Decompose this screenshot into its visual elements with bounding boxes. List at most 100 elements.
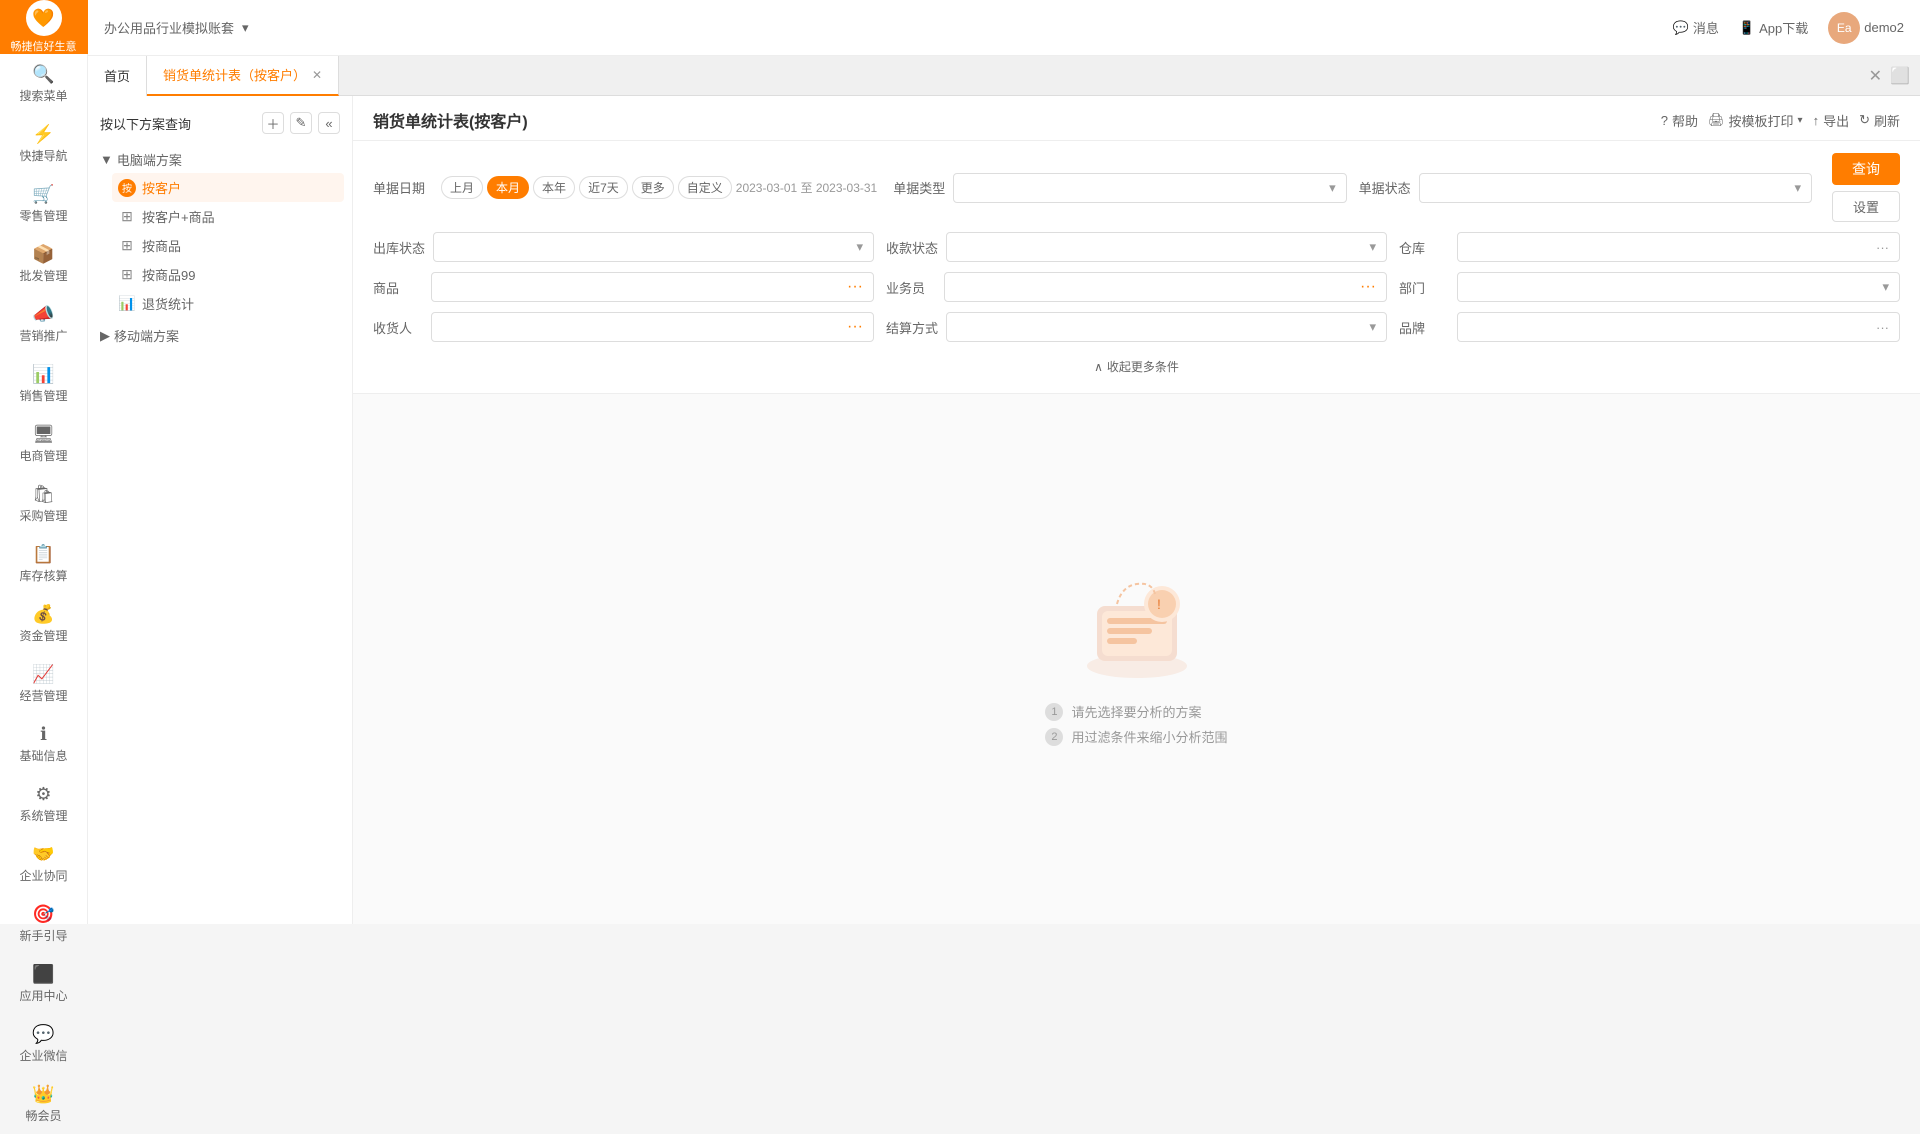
sidebar-item-wholesale[interactable]: 📦 批发管理 (0, 234, 87, 294)
collapse-bar[interactable]: ∧ 收起更多条件 (373, 352, 1900, 381)
date-btn-more[interactable]: 更多 (632, 176, 674, 199)
print-btn[interactable]: 🖨 按模板打印 ▾ (1708, 111, 1803, 130)
quicknav-icon: ⚡ (32, 124, 54, 145)
edit-scheme-btn[interactable]: ✎ (290, 112, 312, 134)
goods-dots[interactable]: ··· (847, 278, 863, 296)
help-icon: ? (1661, 113, 1668, 128)
date-btn-thisyear[interactable]: 本年 (533, 176, 575, 199)
main-area: 办公用品行业模拟账套 ▾ 💬 消息 📱 App下载 Ea demo2 首页 销货… (88, 0, 1920, 924)
filter-cell-staff: 业务员 ··· (886, 272, 1387, 302)
sidebar-item-inventory[interactable]: 📋 库存核算 (0, 534, 87, 594)
sidebar-item-member[interactable]: 👑 畅会员 (0, 1074, 87, 1134)
sidebar-item-operation[interactable]: 📈 经营管理 (0, 654, 87, 714)
receiver-label: 收货人 (373, 318, 423, 337)
tree-group-desktop-header[interactable]: ▼ 电脑端方案 (96, 146, 344, 173)
member-icon: 👑 (32, 1084, 54, 1105)
user-profile[interactable]: Ea demo2 (1828, 12, 1904, 44)
sidebar-item-system[interactable]: ⚙ 系统管理 (0, 774, 87, 834)
receipt-select[interactable]: ▾ (946, 232, 1387, 262)
sidebar-item-marketing[interactable]: 📣 营销推广 (0, 294, 87, 354)
sidebar-item-appcenter[interactable]: ⬛ 应用中心 (0, 954, 87, 1014)
help-btn[interactable]: ? 帮助 (1661, 111, 1698, 130)
staff-input[interactable]: ··· (944, 272, 1387, 302)
setting-button[interactable]: 设置 (1832, 191, 1900, 222)
basicinfo-icon: ℹ (40, 724, 47, 745)
refresh-btn[interactable]: ↻ 刷新 (1859, 111, 1900, 130)
dept-select[interactable]: ▾ (1457, 272, 1900, 302)
date-btn-lastmonth[interactable]: 上月 (441, 176, 483, 199)
add-scheme-btn[interactable]: ＋ (262, 112, 284, 134)
tree-group-mobile-header[interactable]: ▶ 移动端方案 (96, 322, 344, 349)
type-select[interactable]: ▾ (953, 173, 1346, 203)
breadcrumb-dropdown[interactable]: ▾ (242, 20, 249, 36)
sidebar-item-quicknav[interactable]: ⚡ 快捷导航 (0, 114, 87, 174)
sidebar-item-sales[interactable]: 📊 销售管理 (0, 354, 87, 414)
tab-close-icon[interactable]: ✕ (312, 68, 322, 82)
outstatus-select[interactable]: ▾ (433, 232, 874, 262)
tree-item-customer-goods[interactable]: ⊞ 按客户+商品 (112, 202, 344, 231)
print-arrow: ▾ (1798, 115, 1803, 126)
sidebar-item-basicinfo[interactable]: ℹ 基础信息 (0, 714, 87, 774)
date-buttons: 上月 本月 本年 近7天 更多 自定义 2023-03-01 至 2023-03… (441, 176, 877, 199)
filter-row-3: 商品 ··· 业务员 ··· 部门 (373, 272, 1900, 302)
tab-sales-stats[interactable]: 销货单统计表（按客户） ✕ (147, 56, 339, 96)
tab-home[interactable]: 首页 (88, 56, 147, 96)
tree-item-goods99[interactable]: ⊞ 按商品99 (112, 260, 344, 289)
receiver-input[interactable]: ··· (431, 312, 874, 342)
window-maximize-icon[interactable]: ⬜ (1890, 66, 1910, 86)
status-select[interactable]: ▾ (1419, 173, 1812, 203)
tree-item-customer[interactable]: 按 按客户 (112, 173, 344, 202)
filter-row-2: 出库状态 ▾ 收款状态 ▾ 仓库 (373, 232, 1900, 262)
date-label: 单据日期 (373, 178, 425, 197)
print-icon: 🖨 (1708, 112, 1725, 128)
collapse-scheme-btn[interactable]: « (318, 112, 340, 134)
goods-label: 商品 (373, 278, 423, 297)
page-actions: ? 帮助 🖨 按模板打印 ▾ ↑ 导出 ↻ 刷新 (1661, 111, 1900, 130)
sidebar-label-guide: 新手引导 (19, 927, 67, 944)
tree-group-mobile-arrow: ▶ (100, 328, 110, 344)
empty-illustration: ! (1067, 566, 1207, 686)
download-icon: 📱 (1739, 20, 1755, 36)
window-close-icon[interactable]: ✕ (1869, 66, 1882, 86)
date-range: 2023-03-01 至 2023-03-31 (736, 179, 877, 196)
message-btn[interactable]: 💬 消息 (1673, 18, 1719, 37)
step1-num: 1 (1045, 703, 1063, 721)
sidebar-item-finance[interactable]: 💰 资金管理 (0, 594, 87, 654)
filter-cell-warehouse: 仓库 ··· (1399, 232, 1900, 262)
date-btn-7days[interactable]: 近7天 (579, 176, 628, 199)
warehouse-select[interactable]: ··· (1457, 232, 1900, 262)
sidebar-label-purchase: 采购管理 (19, 507, 67, 524)
tab-bar: 首页 销货单统计表（按客户） ✕ ✕ ⬜ (88, 56, 1920, 96)
query-button[interactable]: 查询 (1832, 153, 1900, 185)
sidebar-item-search[interactable]: 🔍 搜索菜单 (0, 54, 87, 114)
brand-input[interactable]: ··· (1457, 312, 1900, 342)
tree-group-mobile-label: 移动端方案 (114, 326, 179, 345)
finance-icon: 💰 (32, 604, 54, 625)
date-btn-custom[interactable]: 自定义 (678, 176, 732, 199)
app-download-btn[interactable]: 📱 App下载 (1739, 18, 1808, 37)
filter-area: 单据日期 上月 本月 本年 近7天 更多 自定义 2023-03-01 至 20… (353, 141, 1920, 394)
sidebar-item-enterprise[interactable]: 🤝 企业协同 (0, 834, 87, 894)
wechat-icon: 💬 (32, 1024, 54, 1045)
sidebar-item-retail[interactable]: 🛒 零售管理 (0, 174, 87, 234)
tree-item-return[interactable]: 📊 退货统计 (112, 289, 344, 318)
brand-label: 品牌 (1399, 318, 1449, 337)
sidebar-item-wechat[interactable]: 💬 企业微信 (0, 1014, 87, 1074)
retail-icon: 🛒 (32, 184, 54, 205)
tree-item-goods[interactable]: ⊞ 按商品 (112, 231, 344, 260)
logo[interactable]: 🧡 畅捷信好生意 (0, 0, 88, 54)
receiver-dots[interactable]: ··· (847, 318, 863, 336)
export-btn[interactable]: ↑ 导出 (1813, 111, 1850, 130)
sidebar-nav: 🔍 搜索菜单 ⚡ 快捷导航 🛒 零售管理 📦 批发管理 📣 营销推广 📊 销售管… (0, 54, 87, 1134)
settle-select[interactable]: ▾ (946, 312, 1387, 342)
date-btn-thismonth[interactable]: 本月 (487, 176, 529, 199)
sidebar-item-ecommerce[interactable]: 🖥 电商管理 (0, 414, 87, 474)
inventory-icon: 📋 (32, 544, 54, 565)
sidebar-item-purchase[interactable]: 🛍 采购管理 (0, 474, 87, 534)
top-header: 办公用品行业模拟账套 ▾ 💬 消息 📱 App下载 Ea demo2 (88, 0, 1920, 56)
header-right: 💬 消息 📱 App下载 Ea demo2 (1673, 12, 1904, 44)
goods-input[interactable]: ··· (431, 272, 874, 302)
staff-dots[interactable]: ··· (1360, 278, 1376, 296)
sidebar-item-guide[interactable]: 🎯 新手引导 (0, 894, 87, 954)
status-label: 单据状态 (1359, 178, 1411, 197)
